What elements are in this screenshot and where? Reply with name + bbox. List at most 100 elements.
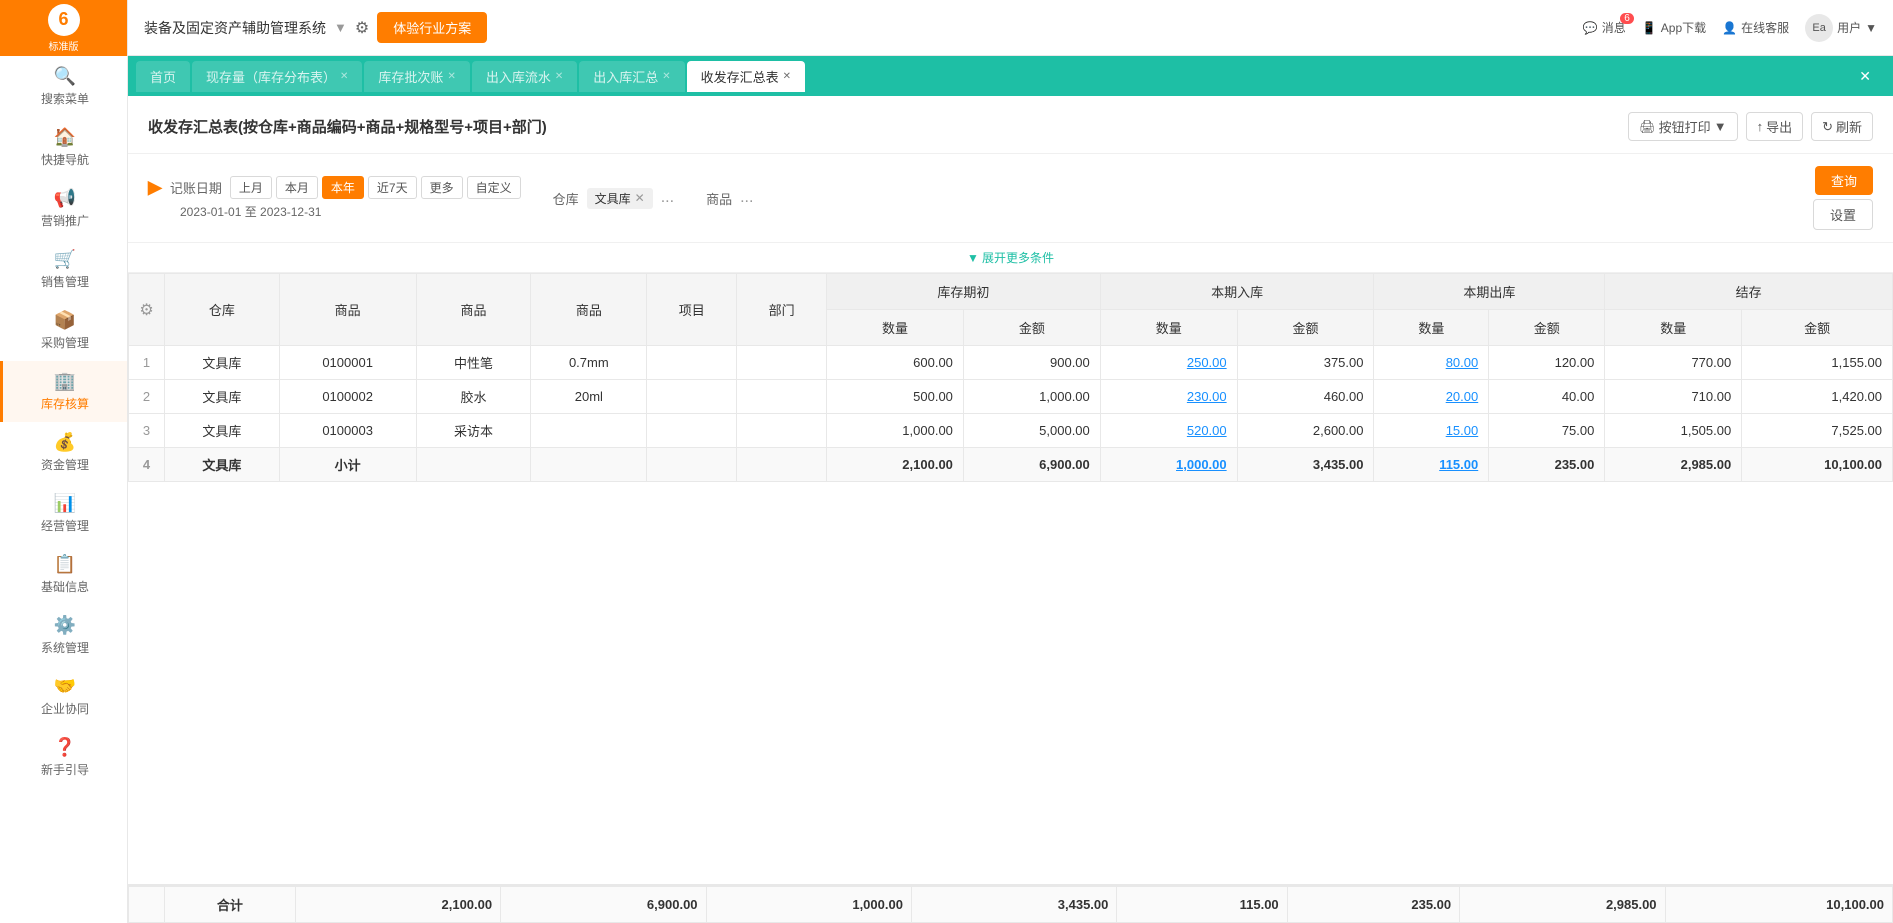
sidebar-item-label: 系统管理 bbox=[41, 639, 89, 656]
tab-home[interactable]: 首页 bbox=[136, 61, 190, 92]
phone-icon: 📱 bbox=[1642, 21, 1657, 35]
row-out-qty[interactable]: 15.00 bbox=[1374, 414, 1489, 448]
subtotal-in-qty-link[interactable]: 1,000.00 bbox=[1176, 457, 1227, 472]
service-icon: 👤 bbox=[1722, 21, 1737, 35]
row-close-qty: 710.00 bbox=[1605, 380, 1742, 414]
app-title: 装备及固定资产辅助管理系统 bbox=[144, 18, 326, 38]
expand-conditions-button[interactable]: ▼ 展开更多条件 bbox=[967, 249, 1054, 266]
user-action[interactable]: Ea 用户 ▼ bbox=[1805, 14, 1877, 42]
row-in-qty[interactable]: 230.00 bbox=[1100, 380, 1237, 414]
marketing-icon: 📢 bbox=[54, 188, 76, 209]
dropdown-icon[interactable]: ▼ bbox=[334, 20, 347, 35]
row-close-amt: 1,420.00 bbox=[1742, 380, 1893, 414]
close-all-tab[interactable]: ✕ bbox=[1845, 62, 1885, 91]
tab-label: 库存批次账 bbox=[378, 67, 443, 86]
date-btn-7days[interactable]: 近7天 bbox=[368, 176, 417, 199]
out-qty-link[interactable]: 20.00 bbox=[1446, 389, 1479, 404]
sidebar-item-marketing[interactable]: 📢 营销推广 bbox=[0, 178, 127, 239]
out-qty-link[interactable]: 15.00 bbox=[1446, 423, 1479, 438]
purchase-icon: 📦 bbox=[54, 310, 76, 331]
row-department bbox=[737, 414, 827, 448]
subtotal-out-qty-link[interactable]: 115.00 bbox=[1439, 457, 1478, 472]
sidebar-item-search[interactable]: 🔍 搜索菜单 bbox=[0, 56, 127, 117]
sidebar-item-operation[interactable]: 📊 经营管理 bbox=[0, 483, 127, 544]
tab-recv-summary[interactable]: 收发存汇总表 ✕ bbox=[687, 61, 805, 92]
goods-spec-col-header: 商品 bbox=[531, 274, 647, 346]
user-avatar: Ea bbox=[1805, 14, 1833, 42]
close-icon[interactable]: ✕ bbox=[783, 71, 791, 82]
tab-batch-account[interactable]: 库存批次账 ✕ bbox=[364, 61, 469, 92]
message-action[interactable]: 💬 消息 6 bbox=[1583, 19, 1626, 36]
sidebar-item-inventory[interactable]: 🏢 库存核算 bbox=[0, 361, 127, 422]
total-open-amt: 6,900.00 bbox=[501, 887, 706, 923]
footer-total: 合计 2,100.00 6,900.00 1,000.00 3,435.00 1… bbox=[128, 884, 1893, 923]
row-close-qty: 1,505.00 bbox=[1605, 414, 1742, 448]
tab-inventory-dist[interactable]: 现存量（库存分布表） ✕ bbox=[192, 61, 362, 92]
date-btn-this-year[interactable]: 本年 bbox=[322, 176, 364, 199]
refresh-button[interactable]: ↻ 刷新 bbox=[1811, 112, 1873, 141]
row-in-amt: 375.00 bbox=[1237, 346, 1374, 380]
sidebar: 6 标准版 🔍 搜索菜单 🏠 快捷导航 📢 营销推广 🛒 销售管理 📦 采购管理… bbox=[0, 0, 128, 923]
filter-bar: ▶ 记账日期 上月 本月 本年 近7天 更多 自定义 2023 bbox=[128, 154, 1893, 243]
subtotal-in-qty[interactable]: 1,000.00 bbox=[1100, 448, 1237, 482]
collapse-btn[interactable]: ▶ bbox=[148, 177, 162, 198]
tab-inout-summary[interactable]: 出入库汇总 ✕ bbox=[579, 61, 684, 92]
inbound-group-header: 本期入库 bbox=[1100, 274, 1374, 310]
main-area: 装备及固定资产辅助管理系统 ▼ ⚙ 体验行业方案 💬 消息 6 📱 App下载 … bbox=[128, 0, 1893, 923]
row-number: 3 bbox=[129, 414, 165, 448]
sidebar-item-basic[interactable]: 📋 基础信息 bbox=[0, 544, 127, 605]
sidebar-item-guide[interactable]: ❓ 新手引导 bbox=[0, 727, 127, 788]
subtotal-out-qty[interactable]: 115.00 bbox=[1374, 448, 1489, 482]
query-button[interactable]: 查询 bbox=[1815, 166, 1873, 195]
table-settings-icon[interactable]: ⚙ bbox=[139, 302, 153, 319]
online-service-action[interactable]: 👤 在线客服 bbox=[1722, 19, 1789, 36]
tab-label: 收发存汇总表 bbox=[701, 67, 779, 86]
export-button[interactable]: ↑ 导出 bbox=[1746, 112, 1804, 141]
in-qty-link[interactable]: 250.00 bbox=[1187, 355, 1227, 370]
trial-button[interactable]: 体验行业方案 bbox=[377, 12, 487, 43]
row-out-qty[interactable]: 80.00 bbox=[1374, 346, 1489, 380]
sidebar-item-label: 快捷导航 bbox=[41, 151, 89, 168]
tab-inout-flow[interactable]: 出入库流水 ✕ bbox=[472, 61, 577, 92]
sidebar-item-finance[interactable]: 💰 资金管理 bbox=[0, 422, 127, 483]
tab-bar: 首页 现存量（库存分布表） ✕ 库存批次账 ✕ 出入库流水 ✕ 出入库汇总 ✕ … bbox=[128, 56, 1893, 96]
out-qty-link[interactable]: 80.00 bbox=[1446, 355, 1479, 370]
row-open-amt: 900.00 bbox=[963, 346, 1100, 380]
sidebar-item-enterprise[interactable]: 🤝 企业协同 bbox=[0, 666, 127, 727]
total-out-qty: 115.00 bbox=[1117, 887, 1287, 923]
settings-gear-icon[interactable]: ⚙ bbox=[355, 18, 369, 38]
date-btn-more[interactable]: 更多 bbox=[421, 176, 463, 199]
sidebar-item-system[interactable]: ⚙️ 系统管理 bbox=[0, 605, 127, 666]
subtotal-number: 4 bbox=[129, 448, 165, 482]
row-out-qty[interactable]: 20.00 bbox=[1374, 380, 1489, 414]
close-icon[interactable]: ✕ bbox=[662, 71, 670, 82]
in-qty-link[interactable]: 230.00 bbox=[1187, 389, 1227, 404]
close-icon[interactable]: ✕ bbox=[447, 71, 455, 82]
date-btn-prev-month[interactable]: 上月 bbox=[230, 176, 272, 199]
settings-button[interactable]: 设置 bbox=[1813, 199, 1873, 230]
date-btn-this-month[interactable]: 本月 bbox=[276, 176, 318, 199]
row-in-qty[interactable]: 250.00 bbox=[1100, 346, 1237, 380]
sidebar-item-quicknav[interactable]: 🏠 快捷导航 bbox=[0, 117, 127, 178]
date-btn-custom[interactable]: 自定义 bbox=[467, 176, 521, 199]
refresh-icon: ↻ bbox=[1822, 119, 1833, 135]
app-download-action[interactable]: 📱 App下载 bbox=[1642, 19, 1706, 36]
warehouse-more-dots[interactable]: ... bbox=[661, 189, 674, 207]
row-number: 2 bbox=[129, 380, 165, 414]
in-qty-link[interactable]: 520.00 bbox=[1187, 423, 1227, 438]
warehouse-tag: 文具库 ✕ bbox=[587, 188, 653, 209]
goods-more-dots[interactable]: ... bbox=[740, 189, 753, 207]
sidebar-item-purchase[interactable]: 📦 采购管理 bbox=[0, 300, 127, 361]
total-close-qty: 2,985.00 bbox=[1460, 887, 1665, 923]
sidebar-item-label: 采购管理 bbox=[41, 334, 89, 351]
sidebar-item-sales[interactable]: 🛒 销售管理 bbox=[0, 239, 127, 300]
message-badge: 6 bbox=[1620, 13, 1634, 24]
warehouse-tag-remove[interactable]: ✕ bbox=[635, 191, 645, 205]
close-icon[interactable]: ✕ bbox=[555, 71, 563, 82]
footer-table: 合计 2,100.00 6,900.00 1,000.00 3,435.00 1… bbox=[128, 886, 1893, 923]
in-amt-header: 金额 bbox=[1237, 310, 1374, 346]
print-button[interactable]: 🖨 按钮打印 ▼ bbox=[1628, 112, 1737, 141]
row-in-qty[interactable]: 520.00 bbox=[1100, 414, 1237, 448]
close-icon[interactable]: ✕ bbox=[340, 71, 348, 82]
row-out-amt: 75.00 bbox=[1489, 414, 1605, 448]
